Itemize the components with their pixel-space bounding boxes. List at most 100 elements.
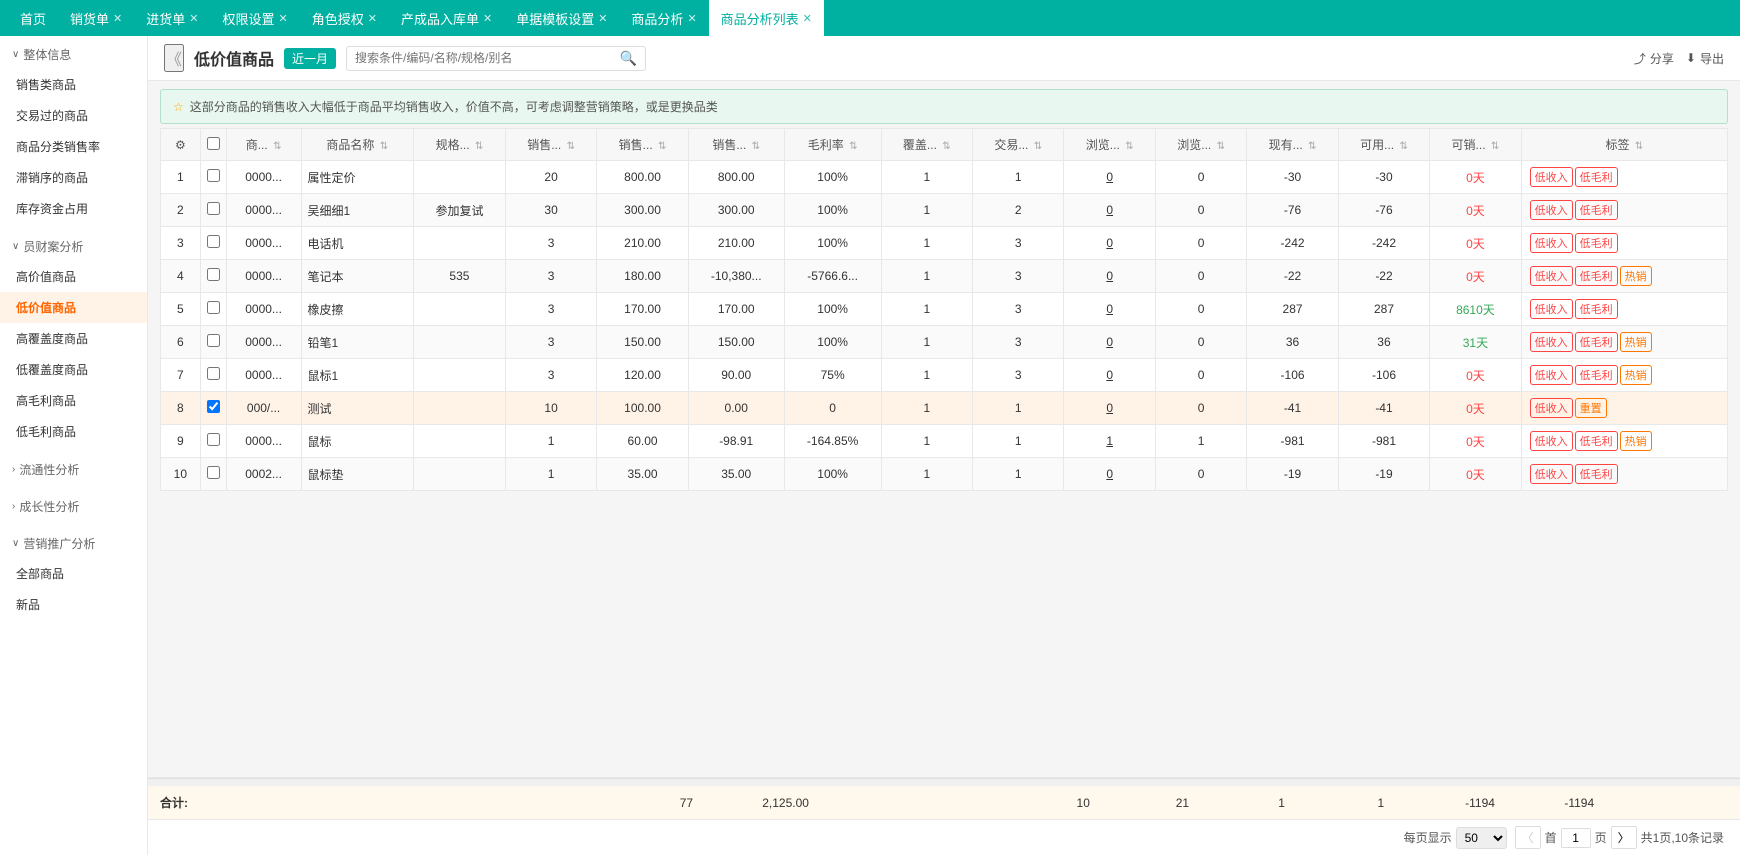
sidebar-section-flow-title[interactable]: › 流通性分析 bbox=[0, 455, 147, 484]
sidebar-section-marketing-title[interactable]: ∨ 营销推广分析 bbox=[0, 529, 147, 558]
tag-badge[interactable]: 热销 bbox=[1620, 332, 1652, 352]
nav-role[interactable]: 角色授权 ✕ bbox=[300, 0, 389, 36]
tag-badge[interactable]: 低收入 bbox=[1530, 464, 1573, 484]
tag-badge[interactable]: 低收入 bbox=[1530, 233, 1573, 253]
nav-close-purchase[interactable]: ✕ bbox=[189, 12, 198, 25]
row-checkbox[interactable] bbox=[207, 367, 220, 380]
col-coverage[interactable]: 覆盖... ⇅ bbox=[881, 129, 972, 161]
col-tags[interactable]: 标签 ⇅ bbox=[1521, 129, 1727, 161]
tag-badge[interactable]: 低收入 bbox=[1530, 431, 1573, 451]
browse-link[interactable]: 0 bbox=[1106, 236, 1113, 250]
sidebar-item-low-coverage[interactable]: 低覆盖度商品 bbox=[0, 354, 147, 385]
browse-link[interactable]: 0 bbox=[1106, 401, 1113, 415]
tag-badge[interactable]: 低收入 bbox=[1530, 167, 1573, 187]
tag-badge[interactable]: 热销 bbox=[1620, 266, 1652, 286]
sidebar-item-low-margin[interactable]: 低毛利商品 bbox=[0, 416, 147, 447]
nav-home[interactable]: 首页 bbox=[8, 0, 58, 36]
browse-link[interactable]: 0 bbox=[1106, 170, 1113, 184]
page-number-input[interactable] bbox=[1561, 828, 1591, 848]
tag-badge[interactable]: 热销 bbox=[1620, 431, 1652, 451]
browse-link[interactable]: 0 bbox=[1106, 467, 1113, 481]
row-checkbox[interactable] bbox=[207, 334, 220, 347]
row-checkbox[interactable] bbox=[207, 433, 220, 446]
sidebar-item-traded-goods[interactable]: 交易过的商品 bbox=[0, 100, 147, 131]
nav-close-sales[interactable]: ✕ bbox=[113, 12, 122, 25]
col-sales-income[interactable]: 销售... ⇅ bbox=[597, 129, 688, 161]
col-browse1[interactable]: 浏览... ⇅ bbox=[1064, 129, 1155, 161]
sidebar-section-overview-title[interactable]: ∨ 整体信息 bbox=[0, 40, 147, 69]
browse-link[interactable]: 1 bbox=[1106, 434, 1113, 448]
tag-badge[interactable]: 重置 bbox=[1575, 398, 1607, 418]
nav-close-role[interactable]: ✕ bbox=[368, 12, 377, 25]
share-button[interactable]: ⤴ 分享 bbox=[1634, 50, 1674, 67]
browse-link[interactable]: 0 bbox=[1106, 203, 1113, 217]
col-browse2[interactable]: 浏览... ⇅ bbox=[1155, 129, 1246, 161]
col-sales-qty[interactable]: 销售... ⇅ bbox=[505, 129, 596, 161]
filter-tag-month[interactable]: 近一月 bbox=[284, 48, 336, 69]
sidebar-section-growth-title[interactable]: › 成长性分析 bbox=[0, 492, 147, 521]
sidebar-item-new-goods[interactable]: 新品 bbox=[0, 589, 147, 620]
tag-badge[interactable]: 低毛利 bbox=[1575, 365, 1618, 385]
search-input[interactable] bbox=[355, 51, 620, 65]
prev-page-btn[interactable]: 〈 bbox=[1515, 826, 1541, 849]
tag-badge[interactable]: 低收入 bbox=[1530, 398, 1573, 418]
nav-sales-order[interactable]: 销货单 ✕ bbox=[58, 0, 134, 36]
sidebar-section-finance-title[interactable]: ∨ 员财案分析 bbox=[0, 232, 147, 261]
search-icon[interactable]: 🔍 bbox=[620, 50, 637, 67]
nav-goods-list[interactable]: 商品分析列表 ✕ bbox=[709, 0, 824, 36]
nav-close-goods-list[interactable]: ✕ bbox=[803, 12, 812, 25]
col-name[interactable]: 商品名称 ⇅ bbox=[301, 129, 414, 161]
sidebar-item-high-margin[interactable]: 高毛利商品 bbox=[0, 385, 147, 416]
col-current-stock[interactable]: 现有... ⇅ bbox=[1247, 129, 1338, 161]
tag-badge[interactable]: 低收入 bbox=[1530, 200, 1573, 220]
row-checkbox[interactable] bbox=[207, 235, 220, 248]
nav-permission[interactable]: 权限设置 ✕ bbox=[210, 0, 299, 36]
nav-product-entry[interactable]: 产成品入库单 ✕ bbox=[389, 0, 504, 36]
tag-badge[interactable]: 低毛利 bbox=[1575, 233, 1618, 253]
horizontal-scrollbar[interactable] bbox=[148, 778, 1740, 786]
nav-close-product[interactable]: ✕ bbox=[483, 12, 492, 25]
nav-goods-analysis[interactable]: 商品分析 ✕ bbox=[619, 0, 708, 36]
col-gross-margin[interactable]: 毛利率 ⇅ bbox=[784, 129, 881, 161]
tag-badge[interactable]: 低毛利 bbox=[1575, 167, 1618, 187]
col-code[interactable]: 商... ⇅ bbox=[226, 129, 301, 161]
collapse-sidebar-btn[interactable]: 《 bbox=[164, 44, 184, 72]
sidebar-item-category-rate[interactable]: 商品分类销售率 bbox=[0, 131, 147, 162]
tag-badge[interactable]: 低毛利 bbox=[1575, 464, 1618, 484]
sidebar-item-high-value[interactable]: 高价值商品 bbox=[0, 261, 147, 292]
row-checkbox[interactable] bbox=[207, 400, 220, 413]
table-area[interactable]: ⚙ 商... ⇅ 商品名称 ⇅ 规格... ⇅ 销售... ⇅ 销售... ⇅ … bbox=[148, 128, 1740, 777]
tag-badge[interactable]: 低收入 bbox=[1530, 266, 1573, 286]
nav-close-template[interactable]: ✕ bbox=[598, 12, 607, 25]
browse-link[interactable]: 0 bbox=[1106, 302, 1113, 316]
tag-badge[interactable]: 低收入 bbox=[1530, 332, 1573, 352]
sidebar-item-stock-capital[interactable]: 库存资金占用 bbox=[0, 193, 147, 224]
row-checkbox[interactable] bbox=[207, 301, 220, 314]
nav-close-goods[interactable]: ✕ bbox=[687, 12, 696, 25]
sidebar-item-all-goods[interactable]: 全部商品 bbox=[0, 558, 147, 589]
row-checkbox[interactable] bbox=[207, 169, 220, 182]
tag-badge[interactable]: 低毛利 bbox=[1575, 332, 1618, 352]
col-salable[interactable]: 可销... ⇅ bbox=[1430, 129, 1521, 161]
nav-purchase-order[interactable]: 进货单 ✕ bbox=[134, 0, 210, 36]
col-transaction[interactable]: 交易... ⇅ bbox=[973, 129, 1064, 161]
tag-badge[interactable]: 低收入 bbox=[1530, 365, 1573, 385]
sidebar-item-slow-goods[interactable]: 滞销序的商品 bbox=[0, 162, 147, 193]
per-page-select[interactable]: 50 100 200 bbox=[1456, 827, 1507, 849]
tag-badge[interactable]: 低收入 bbox=[1530, 299, 1573, 319]
tag-badge[interactable]: 低毛利 bbox=[1575, 266, 1618, 286]
tag-badge[interactable]: 热销 bbox=[1620, 365, 1652, 385]
tag-badge[interactable]: 低毛利 bbox=[1575, 299, 1618, 319]
nav-close-permission[interactable]: ✕ bbox=[279, 12, 288, 25]
export-button[interactable]: ⬇ 导出 bbox=[1686, 50, 1724, 67]
tag-badge[interactable]: 低毛利 bbox=[1575, 431, 1618, 451]
browse-link[interactable]: 0 bbox=[1106, 368, 1113, 382]
row-checkbox[interactable] bbox=[207, 202, 220, 215]
next-page-btn[interactable]: 〉 bbox=[1611, 826, 1637, 849]
col-spec[interactable]: 规格... ⇅ bbox=[414, 129, 506, 161]
col-settings[interactable]: ⚙ bbox=[161, 129, 201, 161]
row-checkbox[interactable] bbox=[207, 466, 220, 479]
browse-link[interactable]: 0 bbox=[1106, 335, 1113, 349]
browse-link[interactable]: 0 bbox=[1106, 269, 1113, 283]
nav-template[interactable]: 单据模板设置 ✕ bbox=[504, 0, 619, 36]
